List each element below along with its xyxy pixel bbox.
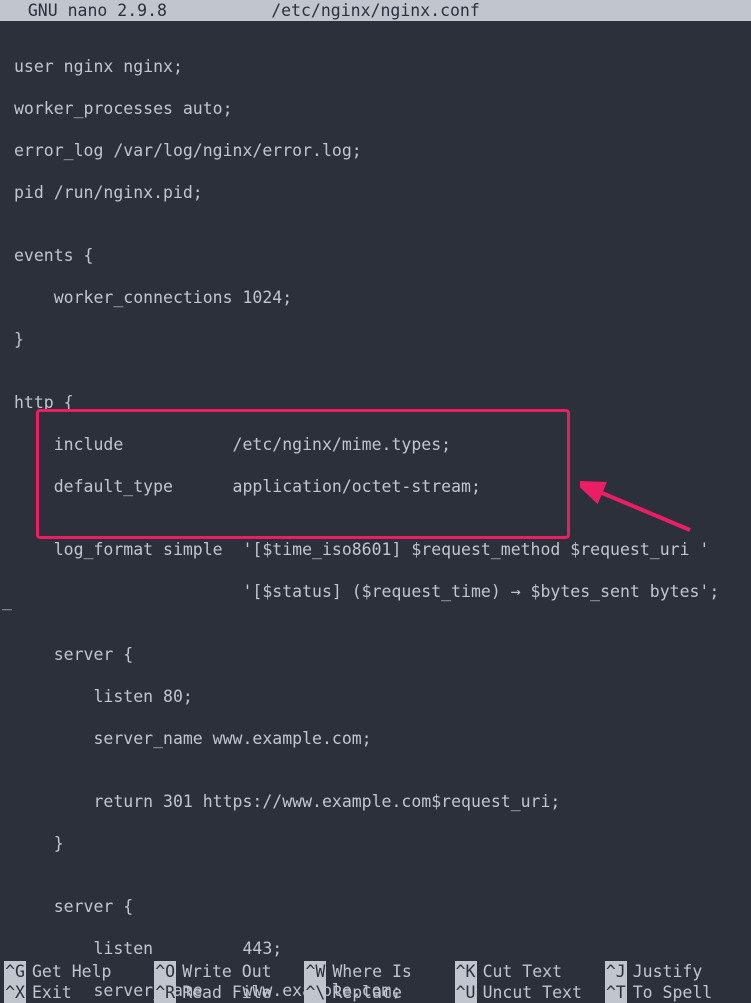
code-line: } bbox=[14, 833, 751, 854]
shortcut-label: Get Help bbox=[32, 961, 111, 982]
shortcut-key: ^J bbox=[605, 961, 627, 982]
shortcut-key: ^W bbox=[304, 961, 326, 982]
shortcut-key: ^K bbox=[455, 961, 477, 982]
shortcut-exit[interactable]: ^X Exit bbox=[0, 982, 150, 1003]
shortcut-uncut-text[interactable]: ^U Uncut Text bbox=[451, 982, 601, 1003]
code-line: listen 443; bbox=[14, 938, 751, 959]
shortcut-label: Read File bbox=[182, 982, 271, 1003]
shortcut-read-file[interactable]: ^R Read File bbox=[150, 982, 300, 1003]
code-line: } bbox=[14, 329, 751, 350]
shortcut-label: Exit bbox=[32, 982, 72, 1003]
shortcut-key: ^R bbox=[154, 982, 176, 1003]
code-line: events { bbox=[14, 245, 751, 266]
shortcut-label: Uncut Text bbox=[483, 982, 582, 1003]
shortcut-label: Write Out bbox=[182, 961, 271, 982]
code-line: server_name www.example.com; bbox=[14, 728, 751, 749]
code-line: listen 80; bbox=[14, 686, 751, 707]
code-line: user nginx nginx; bbox=[14, 56, 751, 77]
code-line: server { bbox=[14, 896, 751, 917]
title-bar: GNU nano 2.9.8 /etc/nginx/nginx.conf bbox=[0, 0, 751, 21]
shortcut-write-out[interactable]: ^O Write Out bbox=[150, 961, 300, 982]
editor-viewport[interactable]: user nginx nginx; worker_processes auto;… bbox=[0, 21, 751, 1003]
shortcut-replace[interactable]: ^\ Replace bbox=[300, 982, 450, 1003]
shortcut-key: ^X bbox=[4, 982, 26, 1003]
shortcut-key: ^G bbox=[4, 961, 26, 982]
code-line: http { bbox=[14, 392, 751, 413]
shortcut-key: ^T bbox=[605, 982, 627, 1003]
code-line: include /etc/nginx/mime.types; bbox=[14, 434, 751, 455]
line-continuation-mark: _ bbox=[0, 590, 14, 611]
shortcut-key: ^U bbox=[455, 982, 477, 1003]
code-line: worker_processes auto; bbox=[14, 98, 751, 119]
code-line: error_log /var/log/nginx/error.log; bbox=[14, 140, 751, 161]
code-line: worker_connections 1024; bbox=[14, 287, 751, 308]
shortcut-key: ^\ bbox=[304, 982, 326, 1003]
shortcut-key: ^O bbox=[154, 961, 176, 982]
shortcut-where-is[interactable]: ^W Where Is bbox=[300, 961, 450, 982]
shortcut-justify[interactable]: ^J Justify bbox=[601, 961, 751, 982]
code-line: pid /run/nginx.pid; bbox=[14, 182, 751, 203]
shortcut-bar: ^G Get Help ^O Write Out ^W Where Is ^K Cut … bbox=[0, 961, 751, 1003]
code-line: return 301 https://www.example.com$reque… bbox=[14, 791, 751, 812]
code-line: '[$status] ($request_time) → $bytes_sent… bbox=[14, 581, 751, 602]
shortcut-label: Where Is bbox=[332, 961, 411, 982]
shortcut-label: Cut Text bbox=[483, 961, 562, 982]
code-line: default_type application/octet-stream; bbox=[14, 476, 751, 497]
code-line: log_format simple '[$time_iso8601] $requ… bbox=[14, 539, 751, 560]
shortcut-label: To Spell bbox=[633, 982, 712, 1003]
file-path: /etc/nginx/nginx.conf bbox=[0, 0, 751, 21]
shortcut-label: Replace bbox=[332, 982, 402, 1003]
shortcut-cut-text[interactable]: ^K Cut Text bbox=[451, 961, 601, 982]
code-line: server { bbox=[14, 644, 751, 665]
shortcut-label: Justify bbox=[633, 961, 703, 982]
shortcut-to-spell[interactable]: ^T To Spell bbox=[601, 982, 751, 1003]
shortcut-get-help[interactable]: ^G Get Help bbox=[0, 961, 150, 982]
